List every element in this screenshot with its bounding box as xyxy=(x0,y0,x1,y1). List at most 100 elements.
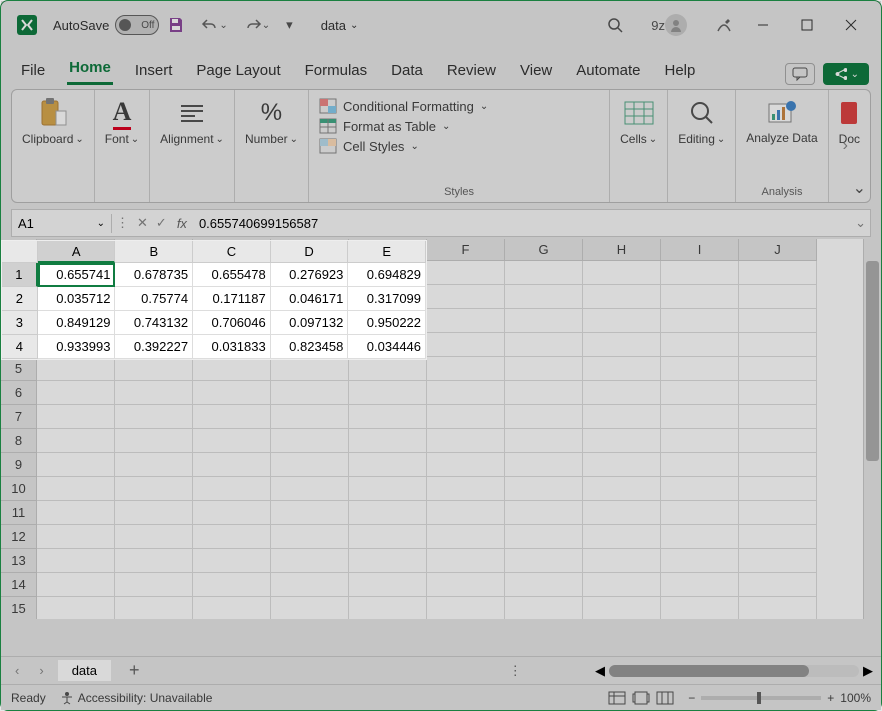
alignment-label[interactable]: Alignment⌄ xyxy=(160,132,224,146)
cell-F1[interactable] xyxy=(427,261,505,285)
col-header-J[interactable]: J xyxy=(739,239,817,261)
cell-I9[interactable] xyxy=(661,453,739,477)
save-icon[interactable] xyxy=(161,12,191,38)
row-header-9[interactable]: 9 xyxy=(1,453,37,477)
cell-H9[interactable] xyxy=(583,453,661,477)
sheet-nav-next[interactable]: › xyxy=(33,663,49,678)
cell-I3[interactable] xyxy=(661,309,739,333)
cell-B14[interactable] xyxy=(115,573,193,597)
namebox-dropdown-icon[interactable]: ⌄ xyxy=(97,218,105,229)
cell-I8[interactable] xyxy=(661,429,739,453)
document-title[interactable]: data⌄ xyxy=(321,18,359,33)
cell-B5[interactable] xyxy=(115,357,193,381)
vscroll-thumb[interactable] xyxy=(866,261,879,461)
view-page-layout-icon[interactable] xyxy=(632,691,650,705)
conditional-formatting-button[interactable]: Conditional Formatting⌄ xyxy=(319,98,488,114)
hscroll-thumb[interactable] xyxy=(609,665,809,677)
cell-H8[interactable] xyxy=(583,429,661,453)
tab-review[interactable]: Review xyxy=(445,56,498,85)
cell-I12[interactable] xyxy=(661,525,739,549)
tab-data[interactable]: Data xyxy=(389,56,425,85)
cancel-formula-button[interactable]: ✕ xyxy=(133,215,152,231)
sheet-tab-active[interactable]: data xyxy=(58,660,111,681)
cell-F15[interactable] xyxy=(427,597,505,619)
cell-H15[interactable] xyxy=(583,597,661,619)
cell-J6[interactable] xyxy=(739,381,817,405)
cell-A6[interactable] xyxy=(37,381,115,405)
cell-C8[interactable] xyxy=(193,429,271,453)
cell-D11[interactable] xyxy=(271,501,349,525)
row-header-6[interactable]: 6 xyxy=(1,381,37,405)
cell-B13[interactable] xyxy=(115,549,193,573)
zoom-slider[interactable] xyxy=(701,696,821,700)
analyze-icon[interactable] xyxy=(767,96,797,130)
cell-I14[interactable] xyxy=(661,573,739,597)
cell-B11[interactable] xyxy=(115,501,193,525)
cell-B10[interactable] xyxy=(115,477,193,501)
cell-G7[interactable] xyxy=(505,405,583,429)
cell-D8[interactable] xyxy=(271,429,349,453)
cell-G6[interactable] xyxy=(505,381,583,405)
cell-E15[interactable] xyxy=(349,597,427,619)
cell-G11[interactable] xyxy=(505,501,583,525)
cell-F8[interactable] xyxy=(427,429,505,453)
cell-I4[interactable] xyxy=(661,333,739,357)
cell-F7[interactable] xyxy=(427,405,505,429)
col-header-I[interactable]: I xyxy=(661,239,739,261)
enter-formula-button[interactable]: ✓ xyxy=(152,215,171,231)
cell-A10[interactable] xyxy=(37,477,115,501)
cell-J12[interactable] xyxy=(739,525,817,549)
cell-F10[interactable] xyxy=(427,477,505,501)
view-page-break-icon[interactable] xyxy=(656,691,674,705)
undo-button[interactable]: ⌄ xyxy=(195,14,233,36)
cell-D9[interactable] xyxy=(271,453,349,477)
collapse-ribbon-button[interactable]: ⌄ xyxy=(853,178,866,198)
cell-J3[interactable] xyxy=(739,309,817,333)
cell-D15[interactable] xyxy=(271,597,349,619)
cell-F3[interactable] xyxy=(427,309,505,333)
cell-C14[interactable] xyxy=(193,573,271,597)
font-label[interactable]: Font⌄ xyxy=(105,132,139,146)
row-header-14[interactable]: 14 xyxy=(1,573,37,597)
cell-C7[interactable] xyxy=(193,405,271,429)
cell-I10[interactable] xyxy=(661,477,739,501)
hscroll-right-icon[interactable]: ▶ xyxy=(863,663,873,679)
autosave-control[interactable]: AutoSave Off xyxy=(53,15,159,35)
cell-G3[interactable] xyxy=(505,309,583,333)
tab-view[interactable]: View xyxy=(518,56,554,85)
cell-E14[interactable] xyxy=(349,573,427,597)
cell-A13[interactable] xyxy=(37,549,115,573)
cell-F9[interactable] xyxy=(427,453,505,477)
cell-G5[interactable] xyxy=(505,357,583,381)
tab-file[interactable]: File xyxy=(19,56,47,85)
row-header-7[interactable]: 7 xyxy=(1,405,37,429)
cell-J10[interactable] xyxy=(739,477,817,501)
cell-G14[interactable] xyxy=(505,573,583,597)
cell-G1[interactable] xyxy=(505,261,583,285)
cell-D14[interactable] xyxy=(271,573,349,597)
cell-C5[interactable] xyxy=(193,357,271,381)
vertical-scrollbar[interactable] xyxy=(863,239,881,619)
tab-formulas[interactable]: Formulas xyxy=(303,56,370,85)
cell-F13[interactable] xyxy=(427,549,505,573)
col-header-F[interactable]: F xyxy=(427,239,505,261)
cell-D7[interactable] xyxy=(271,405,349,429)
cell-C9[interactable] xyxy=(193,453,271,477)
zoom-in-button[interactable]: + xyxy=(827,691,834,705)
alignment-icon[interactable] xyxy=(179,96,205,130)
draw-mode-icon[interactable] xyxy=(709,12,739,38)
expand-formula-bar-button[interactable]: ⌄ xyxy=(851,215,870,231)
cell-I2[interactable] xyxy=(661,285,739,309)
cell-E11[interactable] xyxy=(349,501,427,525)
tab-automate[interactable]: Automate xyxy=(574,56,642,85)
row-header-11[interactable]: 11 xyxy=(1,501,37,525)
cell-E5[interactable] xyxy=(349,357,427,381)
minimize-button[interactable] xyxy=(741,5,785,45)
cell-A8[interactable] xyxy=(37,429,115,453)
cell-D13[interactable] xyxy=(271,549,349,573)
comments-button[interactable] xyxy=(785,63,815,85)
cell-A5[interactable] xyxy=(37,357,115,381)
cell-G2[interactable] xyxy=(505,285,583,309)
cell-J9[interactable] xyxy=(739,453,817,477)
search-button[interactable] xyxy=(601,13,629,37)
